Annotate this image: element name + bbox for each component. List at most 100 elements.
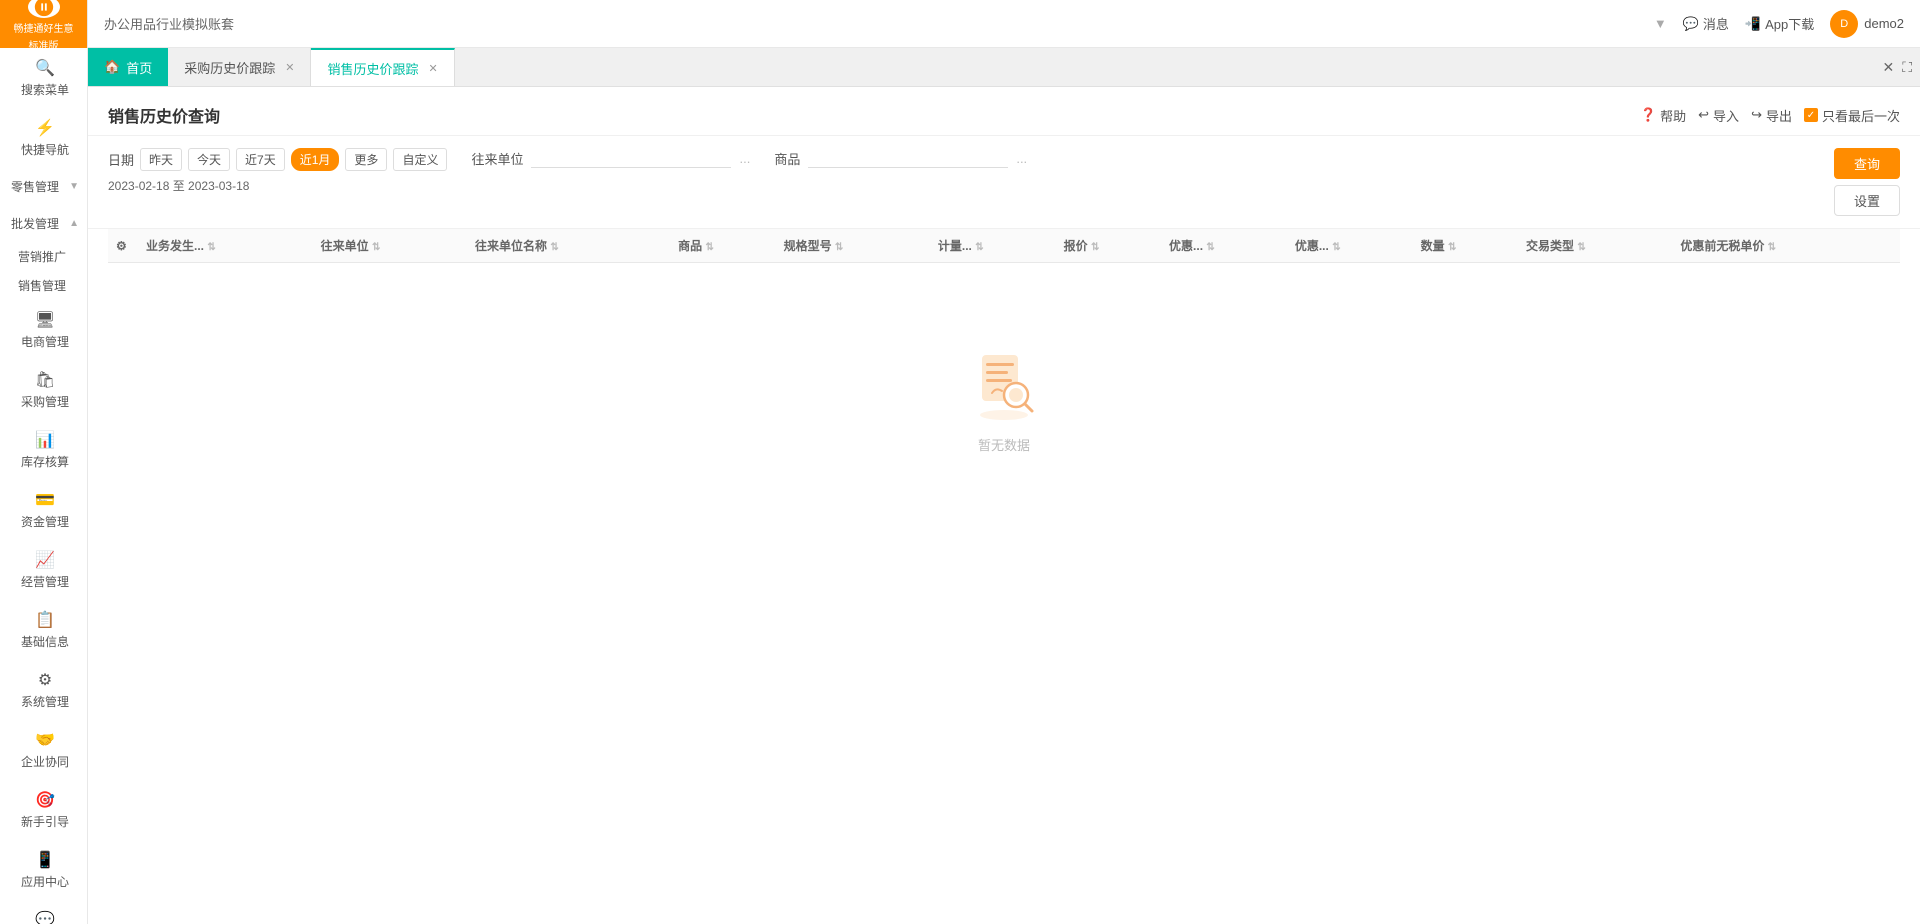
sidebar-item-label: 销售管理 [18,279,66,293]
col-trade-type[interactable]: 交易类型 ⇅ [1518,229,1672,263]
search-icon: 🔍 [35,58,55,78]
sidebar-item-marketing[interactable]: 营销推广 [0,242,87,271]
tab-sales-close[interactable]: ✕ [428,62,437,75]
logo-icon [28,0,60,18]
only-last-checkbox[interactable]: ✓ 只看最后一次 [1804,106,1900,125]
date-btn-yesterday[interactable]: 昨天 [140,148,182,171]
tabs-actions: ✕ ⛶ [1882,59,1920,76]
chevron-down-icon: ▼ [69,181,79,192]
sidebar-item-label: 零售管理 [11,178,59,195]
sidebar-item-search[interactable]: 🔍 搜索菜单 [0,48,87,108]
export-action[interactable]: ↪ 导出 [1751,106,1792,125]
col-partner-code[interactable]: 往来单位 ⇅ [313,229,467,263]
sidebar-item-wholesale[interactable]: 批发管理 ▲ [0,205,87,242]
col-spec[interactable]: 规格型号 ⇅ [776,229,930,263]
sidebar-menu: 🔍 搜索菜单 ⚡ 快捷导航 零售管理 ▼ 批发管理 ▲ 营销推广 销售管理 🖥 … [0,48,87,924]
date-btn-custom[interactable]: 自定义 [393,148,447,171]
chevron-up-icon: ▲ [69,218,79,229]
date-btn-last7[interactable]: 近7天 [236,148,285,171]
col-business-date[interactable]: 业务发生... ⇅ [138,229,313,263]
col-pretax-price[interactable]: 优惠前无税单价 ⇅ [1672,229,1900,263]
sort-icon: ⇅ [1448,242,1456,253]
col-unit[interactable]: 计量... ⇅ [930,229,1056,263]
date-buttons-row: 日期 昨天 今天 近7天 近1月 更多 自定义 [108,148,447,171]
date-filter-group: 日期 昨天 今天 近7天 近1月 更多 自定义 2023-02-18 至 202… [108,148,447,194]
sidebar-item-app-center[interactable]: 📱 应用中心 [0,840,87,900]
col-partner-name[interactable]: 往来单位名称 ⇅ [467,229,670,263]
page-header: 销售历史价查询 ❓ 帮助 ↩ 导入 ↪ 导出 ✓ 只看最后一次 [88,87,1920,136]
col-discount1[interactable]: 优惠... ⇅ [1161,229,1287,263]
date-btn-last1m[interactable]: 近1月 [291,148,340,171]
maximize-icon[interactable]: ⛶ [1902,59,1912,76]
col-label: 往来单位名称 [475,239,547,253]
message-action[interactable]: 💬 消息 [1683,14,1729,33]
sidebar-item-finance[interactable]: 💳 资金管理 [0,480,87,540]
col-discount2[interactable]: 优惠... ⇅ [1287,229,1413,263]
settings-button[interactable]: 设置 [1834,185,1900,216]
sidebar-item-basic-info[interactable]: 📋 基础信息 [0,600,87,660]
date-range: 2023-02-18 至 2023-03-18 [108,177,447,194]
sort-icon: ⇅ [1768,242,1776,253]
tab-purchase-label: 采购历史价跟踪 [184,58,275,77]
goods-filter-group: 商品 ... [774,148,1027,168]
topbar-title: 办公用品行业模拟账套 [104,14,1638,33]
tab-purchase-history[interactable]: 采购历史价跟踪 ✕ [168,48,311,86]
import-label: 导入 [1713,106,1739,125]
col-settings[interactable]: ⚙ [108,229,138,263]
sidebar-item-retail[interactable]: 零售管理 ▼ [0,168,87,205]
sidebar-item-purchase[interactable]: 🛍 采购管理 [0,360,87,420]
sort-icon: ⇅ [706,242,714,253]
sort-icon: ⇅ [372,242,380,253]
operations-icon: 📈 [35,550,55,570]
data-table: ⚙ 业务发生... ⇅ 往来单位 ⇅ 往来单位名称 ⇅ [108,229,1900,263]
guide-icon: 🎯 [35,790,55,810]
filter-bar: 日期 昨天 今天 近7天 近1月 更多 自定义 2023-02-18 至 202… [88,136,1920,229]
help-action[interactable]: ❓ 帮助 [1640,106,1686,125]
sidebar-item-ecommerce[interactable]: 🖥 电商管理 [0,300,87,360]
sidebar-item-system[interactable]: ⚙ 系统管理 [0,660,87,720]
sidebar-item-inventory[interactable]: 📊 库存核算 [0,420,87,480]
sidebar-item-sales-mgmt[interactable]: 销售管理 [0,271,87,300]
close-tab-icon[interactable]: ✕ [1882,59,1894,76]
import-icon: ↩ [1698,107,1709,123]
table-header: ⚙ 业务发生... ⇅ 往来单位 ⇅ 往来单位名称 ⇅ [108,229,1900,263]
col-label: 规格型号 [784,239,832,253]
col-label: 数量 [1421,239,1445,253]
sidebar-item-quick-nav[interactable]: ⚡ 快捷导航 [0,108,87,168]
import-action[interactable]: ↩ 导入 [1698,106,1739,125]
user-profile[interactable]: D demo2 [1830,10,1904,38]
col-label: 优惠... [1169,239,1203,253]
app-download-action[interactable]: 📲 App下载 [1745,14,1814,33]
tab-sales-history[interactable]: 销售历史价跟踪 ✕ [311,48,454,86]
tab-sales-label: 销售历史价跟踪 [327,59,418,78]
col-quote[interactable]: 报价 ⇅ [1056,229,1161,263]
tab-home[interactable]: 🏠 首页 [88,48,168,86]
tab-purchase-close[interactable]: ✕ [285,61,294,74]
app-name: 畅捷通好生意 [14,20,74,35]
sidebar-item-operations[interactable]: 📈 经营管理 [0,540,87,600]
dropdown-icon[interactable]: ▼ [1654,16,1667,31]
home-icon: 🏠 [104,59,120,75]
quick-nav-icon: ⚡ [35,118,55,138]
empty-text: 暂无数据 [978,435,1030,454]
sort-icon: ⇅ [1577,242,1585,253]
goods-input[interactable] [808,148,1008,168]
sidebar-item-enterprise[interactable]: 🤝 企业协同 [0,720,87,780]
col-quantity[interactable]: 数量 ⇅ [1413,229,1518,263]
query-button[interactable]: 查询 [1834,148,1900,179]
col-goods[interactable]: 商品 ⇅ [670,229,775,263]
sidebar-item-label: 电商管理 [21,333,69,350]
goods-dots: ... [1016,151,1027,166]
settings-icon: ⚙ [116,239,127,253]
purchase-icon: 🛍 [35,370,55,390]
partner-input[interactable] [531,148,731,168]
date-btn-today[interactable]: 今天 [188,148,230,171]
sidebar-item-label: 新手引导 [21,813,69,830]
content-area: 销售历史价查询 ❓ 帮助 ↩ 导入 ↪ 导出 ✓ 只看最后一次 [88,87,1920,924]
date-btn-more[interactable]: 更多 [345,148,387,171]
message-label: 消息 [1703,14,1729,33]
sort-icon: ⇅ [1206,242,1214,253]
partner-label: 往来单位 [471,149,523,168]
sidebar-item-guide[interactable]: 🎯 新手引导 [0,780,87,840]
sidebar-item-wechat[interactable]: 💬 企业微信 [0,900,87,924]
